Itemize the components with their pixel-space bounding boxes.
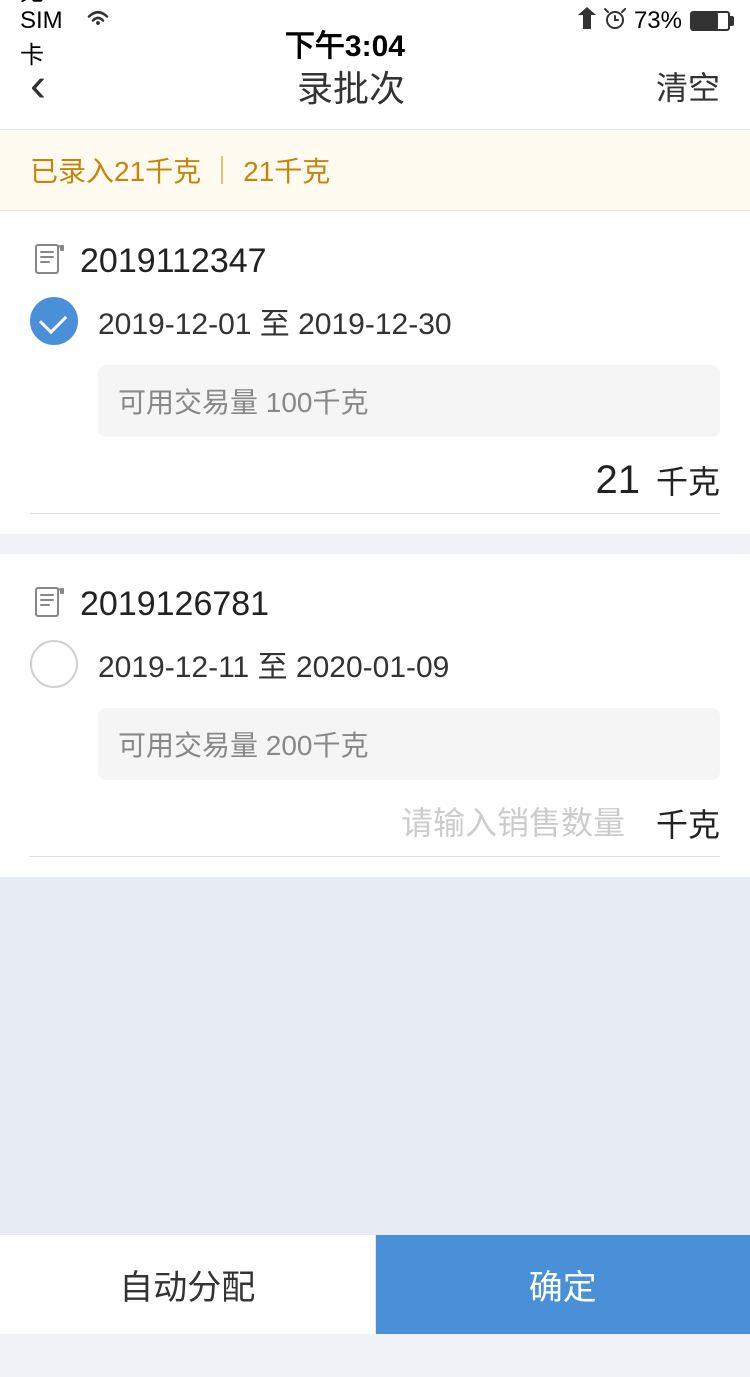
radio-button-2[interactable] bbox=[30, 640, 78, 688]
summary-bar: 已录入21千克 21千克 bbox=[0, 130, 750, 211]
status-right: 73% bbox=[578, 7, 730, 36]
clear-button[interactable]: 清空 bbox=[656, 63, 720, 109]
item-quantity-unit-1: 千克 bbox=[656, 457, 720, 503]
document-icon-1 bbox=[30, 241, 70, 281]
summary-label: 已录入21千克 bbox=[30, 150, 201, 190]
wifi-icon bbox=[84, 7, 112, 36]
radio-button-1[interactable] bbox=[30, 297, 78, 345]
item-header-2: 2019126781 bbox=[30, 584, 720, 624]
item-row-1[interactable]: 2019-12-01 至 2019-12-30 bbox=[30, 297, 720, 345]
battery-percent: 73% bbox=[634, 7, 682, 35]
item-id-2: 2019126781 bbox=[80, 585, 269, 624]
back-button[interactable]: ‹ bbox=[30, 58, 46, 113]
document-icon-2 bbox=[30, 584, 70, 624]
item-id-1: 2019112347 bbox=[80, 242, 267, 281]
summary-divider bbox=[221, 156, 223, 184]
location-icon bbox=[578, 7, 596, 36]
item-row-2[interactable]: 2019-12-11 至 2020-01-09 bbox=[30, 640, 720, 688]
auto-distribute-button[interactable]: 自动分配 bbox=[0, 1235, 376, 1334]
content-area: 已录入21千克 21千克 2019112347 2019-12-01 至 201… bbox=[0, 130, 750, 1377]
item-input-row-2[interactable]: 千克 bbox=[30, 780, 720, 857]
footer: 自动分配 确定 bbox=[0, 1234, 750, 1334]
item-date-2: 2019-12-11 至 2020-01-09 bbox=[98, 642, 449, 686]
item-quantity-value-1: 21 bbox=[595, 458, 640, 503]
quantity-input-2[interactable] bbox=[240, 805, 640, 842]
item-card-1: 2019112347 2019-12-01 至 2019-12-30 可用交易量… bbox=[0, 211, 750, 534]
confirm-button[interactable]: 确定 bbox=[376, 1235, 750, 1334]
item-availability-1: 可用交易量 100千克 bbox=[98, 365, 720, 437]
item-quantity-row-1: 21 千克 bbox=[30, 437, 720, 514]
battery-icon bbox=[690, 11, 730, 31]
item-date-1: 2019-12-01 至 2019-12-30 bbox=[98, 299, 452, 343]
page-title: 录批次 bbox=[297, 60, 405, 112]
status-bar: 无 SIM 卡 下午3:04 73% bbox=[0, 0, 750, 42]
item-card-2: 2019126781 2019-12-11 至 2020-01-09 可用交易量… bbox=[0, 554, 750, 877]
item-divider bbox=[0, 534, 750, 554]
bottom-area bbox=[0, 877, 750, 1277]
item-header-1: 2019112347 bbox=[30, 241, 720, 281]
alarm-icon bbox=[604, 7, 626, 36]
sim-text: 无 SIM 卡 bbox=[20, 0, 76, 70]
item-availability-2: 可用交易量 200千克 bbox=[98, 708, 720, 780]
summary-amount: 21千克 bbox=[243, 150, 330, 190]
item-unit-2: 千克 bbox=[656, 800, 720, 846]
status-time: 下午3:04 bbox=[285, 21, 405, 65]
